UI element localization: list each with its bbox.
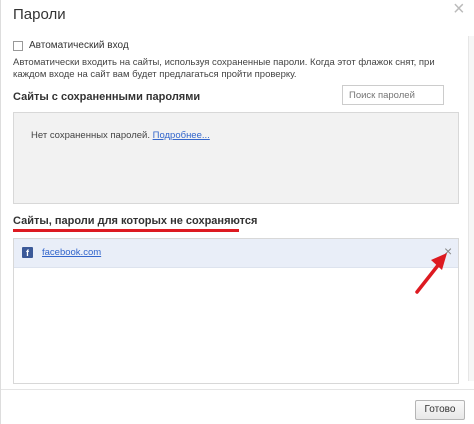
footer-divider [1, 389, 474, 390]
passwords-dialog: Пароли × Автоматический вход Автоматичес… [0, 0, 474, 424]
autologin-row[interactable]: Автоматический вход [13, 40, 129, 51]
scrollbar[interactable] [468, 36, 474, 381]
saved-passwords-heading: Сайты с сохраненными паролями [13, 91, 201, 103]
saved-passwords-list: Нет сохраненных паролей. Подробнее... [13, 112, 459, 204]
annotation-arrow-icon [415, 253, 447, 294]
empty-passwords-message: Нет сохраненных паролей. Подробнее... [31, 130, 210, 141]
annotation-underline [13, 229, 239, 232]
autologin-label: Автоматический вход [29, 40, 129, 51]
password-search-input[interactable] [342, 85, 444, 105]
facebook-icon: f [22, 247, 33, 258]
learn-more-link[interactable]: Подробнее... [153, 130, 210, 141]
close-dialog-icon[interactable]: × [453, 0, 465, 19]
never-saved-list: f facebook.com × [13, 238, 459, 384]
never-saved-row[interactable]: f facebook.com × [14, 239, 458, 268]
never-saved-heading: Сайты, пароли для которых не сохраняются [13, 215, 258, 227]
done-button[interactable]: Готово [415, 400, 465, 420]
empty-passwords-text: Нет сохраненных паролей. [31, 130, 150, 141]
site-link[interactable]: facebook.com [42, 247, 101, 258]
dialog-title: Пароли [13, 6, 66, 23]
autologin-checkbox[interactable] [13, 40, 23, 51]
autologin-description: Автоматически входить на сайты, использу… [13, 57, 435, 80]
